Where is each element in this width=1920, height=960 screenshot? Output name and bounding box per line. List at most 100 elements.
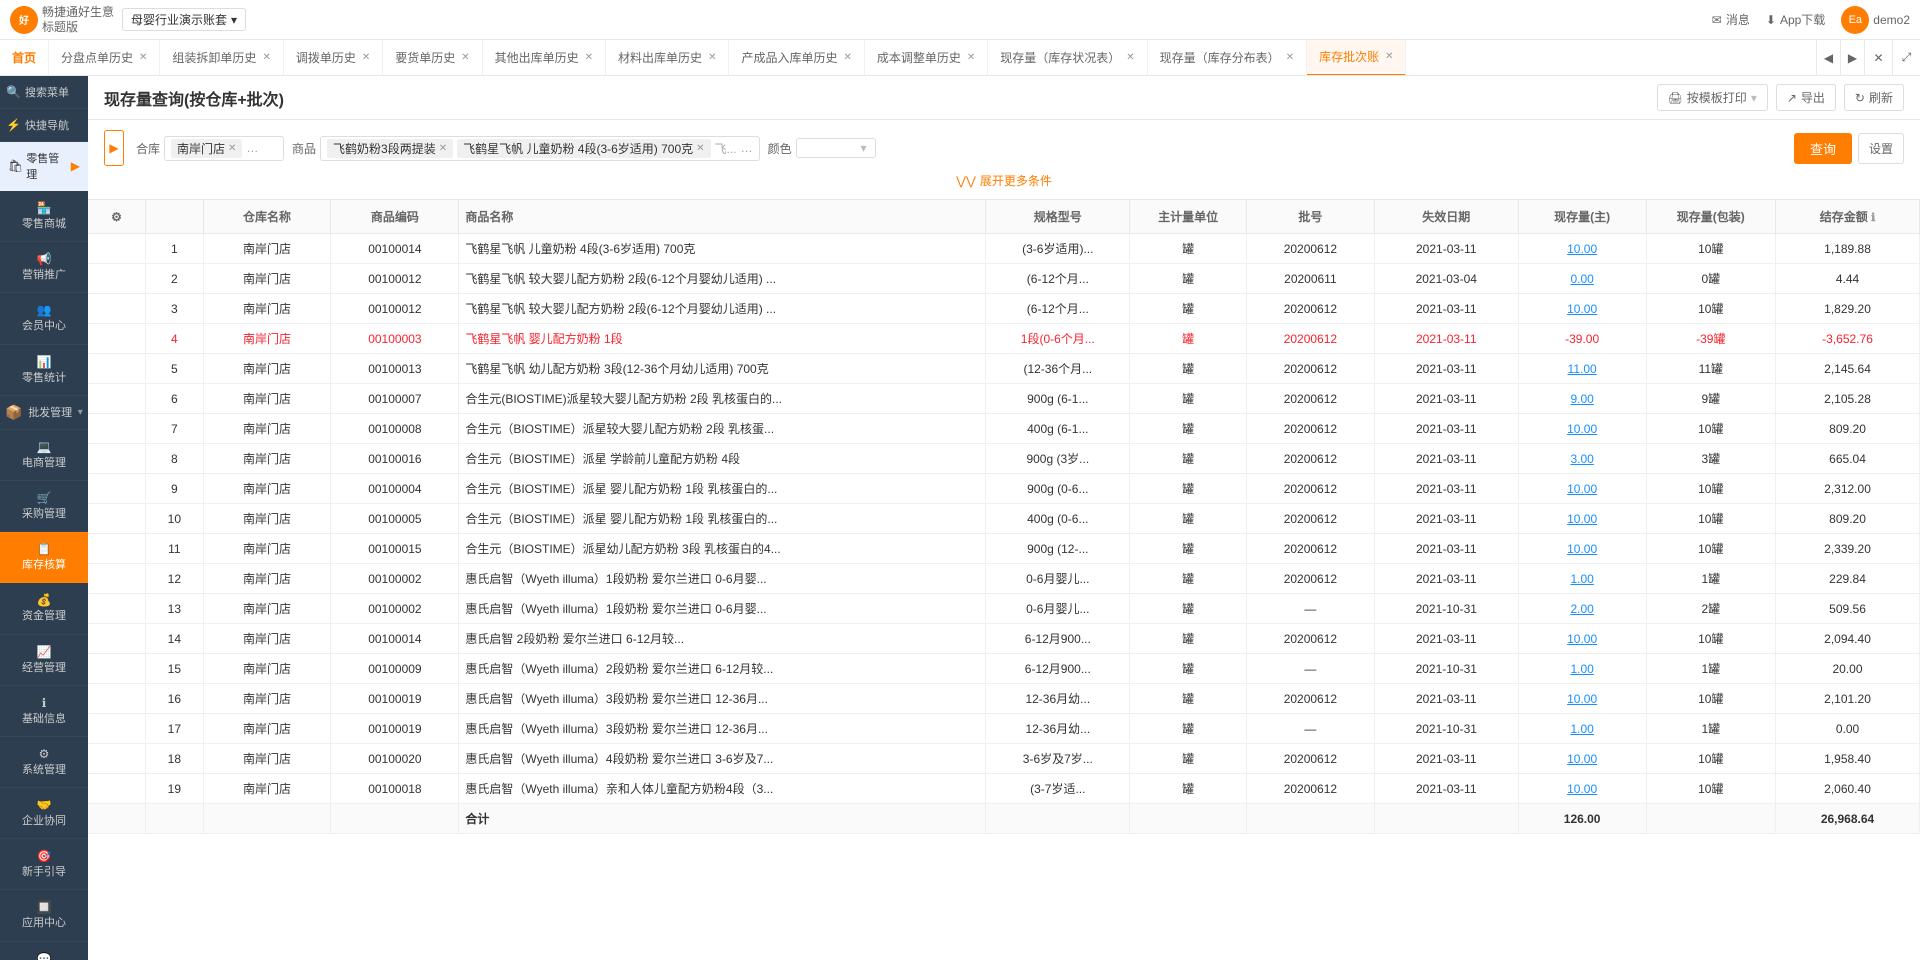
tab-close-diaobo[interactable]: ✕ (362, 52, 370, 63)
tab-home[interactable]: 首页 (0, 40, 49, 76)
nav-arrow-right[interactable]: ▶ (1840, 40, 1864, 76)
tab-close-yaohuo[interactable]: ✕ (461, 52, 469, 63)
row-qty-main-link[interactable]: 1.00 (1570, 572, 1593, 586)
sidebar-item-collab[interactable]: 🤝 企业协同 (0, 788, 88, 839)
sidebar-item-wholesale[interactable]: 📦 批发管理 ▾ (0, 396, 88, 430)
sidebar-item-ecommerce[interactable]: 💻 电商管理 (0, 430, 88, 481)
row-settings[interactable] (88, 324, 146, 354)
row-settings[interactable] (88, 594, 146, 624)
user-profile[interactable]: Ea demo2 (1841, 6, 1910, 34)
refresh-button[interactable]: ↻ 刷新 (1844, 84, 1904, 111)
row-settings[interactable] (88, 444, 146, 474)
tab-xiancun2[interactable]: 现存量（库存分布表） ✕ (1148, 40, 1307, 76)
row-settings[interactable] (88, 294, 146, 324)
sidebar-item-apps[interactable]: 🔲 应用中心 (0, 890, 88, 941)
row-settings[interactable] (88, 474, 146, 504)
sidebar-item-purchase[interactable]: 🛒 采购管理 (0, 481, 88, 532)
row-settings[interactable] (88, 504, 146, 534)
row-settings[interactable] (88, 774, 146, 804)
message-button[interactable]: ✉ 消息 (1712, 11, 1750, 28)
sidebar-item-inventory[interactable]: 📋 库存核算 (0, 532, 88, 583)
filter-more-warehouse[interactable]: … (246, 141, 258, 155)
sidebar-search[interactable]: 🔍 搜索菜单 (0, 76, 88, 109)
tab-diaobo[interactable]: 调拨单历史 ✕ (284, 40, 383, 76)
tab-cailiao[interactable]: 材料出库单历史 ✕ (606, 40, 729, 76)
sidebar-item-member[interactable]: 👥 会员中心 (0, 293, 88, 344)
color-filter-container[interactable]: ▾ (796, 138, 876, 158)
amount-info-icon[interactable]: ℹ (1871, 212, 1875, 224)
sidebar-item-marketing[interactable]: 📢 营销推广 (0, 242, 88, 293)
row-settings[interactable] (88, 624, 146, 654)
sidebar-item-wechat[interactable]: 💬 企业微信 (0, 942, 88, 960)
row-settings[interactable] (88, 684, 146, 714)
nav-arrow-left[interactable]: ◀ (1816, 40, 1840, 76)
row-settings[interactable] (88, 744, 146, 774)
tab-fenpan[interactable]: 分盘点单历史 ✕ (49, 40, 160, 76)
sidebar-item-operations[interactable]: 📈 经营管理 (0, 635, 88, 686)
product-tag-1-remove[interactable]: ✕ (439, 143, 447, 154)
sidebar-item-retail-shop[interactable]: 🏪 零售商城 (0, 191, 88, 242)
tab-kucun[interactable]: 库存批次账 ✕ (1307, 40, 1406, 76)
sidebar-item-retail-management[interactable]: 🛍 零售管理 ▶ (0, 142, 88, 191)
tab-close-zuzhuan[interactable]: ✕ (262, 52, 270, 63)
row-qty-main-link[interactable]: 10.00 (1567, 422, 1597, 436)
settings-button[interactable]: 设置 (1858, 133, 1904, 164)
row-settings[interactable] (88, 534, 146, 564)
filter-expand-button[interactable]: ▶ (104, 130, 124, 166)
product-tag-container[interactable]: 飞鹤奶粉3段两提装 ✕ 飞鹤星飞帆 儿童奶粉 4段(3-6岁适用) 700克 ✕… (320, 136, 760, 161)
row-qty-main-link[interactable]: 9.00 (1570, 392, 1593, 406)
sidebar-item-finance[interactable]: 💰 资金管理 (0, 583, 88, 634)
sidebar-item-system[interactable]: ⚙ 系统管理 (0, 737, 88, 788)
tab-close-xiancun1[interactable]: ✕ (1126, 52, 1134, 63)
sidebar-item-guide[interactable]: 🎯 新手引导 (0, 839, 88, 890)
row-settings[interactable] (88, 714, 146, 744)
sidebar-quicknav[interactable]: ⚡ 快捷导航 (0, 109, 88, 142)
tab-close-fenpan[interactable]: ✕ (139, 52, 147, 63)
org-select[interactable]: 母婴行业演示账套 ▾ (122, 8, 246, 31)
row-settings[interactable] (88, 564, 146, 594)
product-tag-2-remove[interactable]: ✕ (696, 143, 704, 154)
tab-chanchen[interactable]: 产成品入库单历史 ✕ (729, 40, 864, 76)
tab-zuzhuan[interactable]: 组装拆卸单历史 ✕ (160, 40, 283, 76)
row-qty-main-link[interactable]: 10.00 (1567, 692, 1597, 706)
row-qty-main-link[interactable]: 2.00 (1570, 602, 1593, 616)
row-qty-main-link[interactable]: 10.00 (1567, 752, 1597, 766)
tab-close-kucun[interactable]: ✕ (1385, 51, 1393, 62)
tab-xiancun1[interactable]: 现存量（库存状况表） ✕ (988, 40, 1147, 76)
tab-yaohuo[interactable]: 要货单历史 ✕ (383, 40, 482, 76)
sidebar-item-basics[interactable]: ℹ 基础信息 (0, 686, 88, 737)
export-button[interactable]: ↗ 导出 (1776, 84, 1836, 111)
warehouse-tag-remove[interactable]: ✕ (228, 143, 236, 154)
row-qty-main-link[interactable]: 10.00 (1567, 302, 1597, 316)
row-qty-main-link[interactable]: 10.00 (1567, 242, 1597, 256)
row-qty-main-link[interactable]: 10.00 (1567, 482, 1597, 496)
th-settings[interactable]: ⚙ (88, 200, 146, 234)
row-settings[interactable] (88, 354, 146, 384)
filter-more-product[interactable]: … (741, 141, 753, 155)
tab-close-xiancun2[interactable]: ✕ (1286, 52, 1294, 63)
row-qty-main-link[interactable]: 0.00 (1570, 272, 1593, 286)
tab-qitachu[interactable]: 其他出库单历史 ✕ (483, 40, 606, 76)
row-qty-main-link[interactable]: 1.00 (1570, 722, 1593, 736)
row-qty-main-link[interactable]: 10.00 (1567, 542, 1597, 556)
print-button[interactable]: 🖨 按模板打印 ▾ (1657, 84, 1768, 111)
row-settings[interactable] (88, 264, 146, 294)
expand-more-conditions[interactable]: ⋁⋁ 展开更多条件 (104, 172, 1904, 189)
nav-close-all[interactable]: ✕ (1864, 40, 1892, 76)
row-qty-main-link[interactable]: 1.00 (1570, 662, 1593, 676)
row-qty-main-link[interactable]: 10.00 (1567, 512, 1597, 526)
row-qty-main-link[interactable]: 10.00 (1567, 632, 1597, 646)
row-qty-main-link[interactable]: 11.00 (1568, 362, 1597, 376)
row-settings[interactable] (88, 414, 146, 444)
tab-close-chengben[interactable]: ✕ (967, 52, 975, 63)
nav-maximize[interactable]: ⤢ (1892, 40, 1920, 76)
row-settings[interactable] (88, 654, 146, 684)
tab-close-chanchen[interactable]: ✕ (843, 52, 851, 63)
tab-close-cailiao[interactable]: ✕ (708, 52, 716, 63)
query-button[interactable]: 查询 (1794, 133, 1852, 164)
row-settings[interactable] (88, 234, 146, 264)
row-settings[interactable] (88, 384, 146, 414)
row-qty-main-link[interactable]: 10.00 (1567, 782, 1597, 796)
warehouse-tag-container[interactable]: 南岸门店 ✕ … (164, 136, 284, 161)
tab-close-qitachu[interactable]: ✕ (585, 52, 593, 63)
